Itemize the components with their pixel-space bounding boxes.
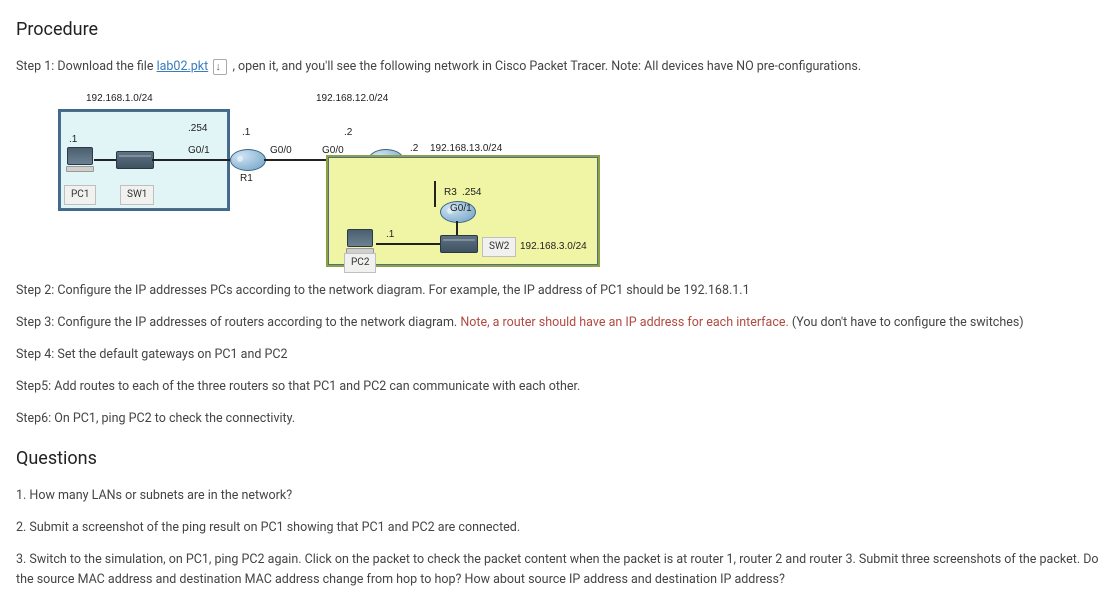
question-1: 1. How many LANs or subnets are in the n…: [16, 486, 1100, 506]
file-link-lab02[interactable]: lab02.pkt: [157, 59, 209, 74]
r1-g00-label: G0/0: [270, 143, 292, 159]
step3-line: Step 3: Configure the IP addresses of ro…: [16, 313, 1100, 333]
r1-label: R1: [240, 171, 253, 187]
r3-name-label: R3: [444, 185, 457, 201]
pc2-ip-label: .1: [386, 227, 394, 243]
sw1-label: SW1: [120, 185, 154, 205]
questions-heading: Questions: [16, 445, 1100, 474]
step3-note: Note, a router should have an IP address…: [460, 315, 788, 330]
r1-icon: [230, 149, 266, 171]
step3-prefix: Step 3: Configure the IP addresses of ro…: [16, 315, 460, 330]
download-icon[interactable]: [213, 59, 227, 75]
step1-prefix: Step 1: Download the file: [16, 59, 157, 74]
link-r2-r3-v: [434, 181, 436, 207]
r2-left-ip-label: .2: [344, 125, 352, 141]
link-sw2-pc2: [376, 243, 440, 245]
step4-line: Step 4: Set the default gateways on PC1 …: [16, 345, 1100, 365]
procedure-heading: Procedure: [16, 16, 1100, 45]
step1-line: Step 1: Download the file lab02.pkt , op…: [16, 57, 1100, 77]
lan3-label: 192.168.3.0/24: [520, 239, 587, 255]
link-pc1-sw1: [94, 159, 116, 161]
r1-g01-label: G0/1: [188, 143, 210, 159]
subnet-label-lan1: 192.168.1.0/24: [86, 91, 153, 107]
question-2: 2. Submit a screenshot of the ping resul…: [16, 518, 1100, 538]
step5-line: Step5: Add routes to each of the three r…: [16, 377, 1100, 397]
step2-line: Step 2: Configure the IP addresses PCs a…: [16, 281, 1100, 301]
sw2-label: SW2: [482, 237, 516, 257]
link-sw1-r1: [152, 159, 230, 161]
step3-suffix: (You don't have to configure the switche…: [789, 315, 1024, 330]
pc2-icon: [346, 229, 374, 253]
step6-line: Step6: On PC1, ping PC2 to check the con…: [16, 409, 1100, 429]
r3-ip-label: .254: [462, 185, 481, 201]
step1-suffix: , open it, and you'll see the following …: [232, 59, 861, 74]
sw1-gw-label: .254: [188, 121, 207, 137]
pc1-label: PC1: [64, 185, 96, 205]
pc2-label: PC2: [344, 253, 376, 273]
network-diagram: 192.168.1.0/24 192.168.12.0/24 .1 PC1 SW…: [26, 89, 646, 269]
pc1-icon: [66, 147, 94, 171]
r3-g01-label: G0/1: [450, 201, 472, 217]
question-3: 3. Switch to the simulation, on PC1, pin…: [16, 550, 1100, 590]
r1-g00-ip-label: .1: [242, 125, 250, 141]
sw1-icon: [116, 151, 154, 169]
sw2-icon: [440, 235, 478, 253]
subnet-label-lan12: 192.168.12.0/24: [316, 91, 388, 107]
pc1-ip-label: .1: [69, 132, 77, 148]
